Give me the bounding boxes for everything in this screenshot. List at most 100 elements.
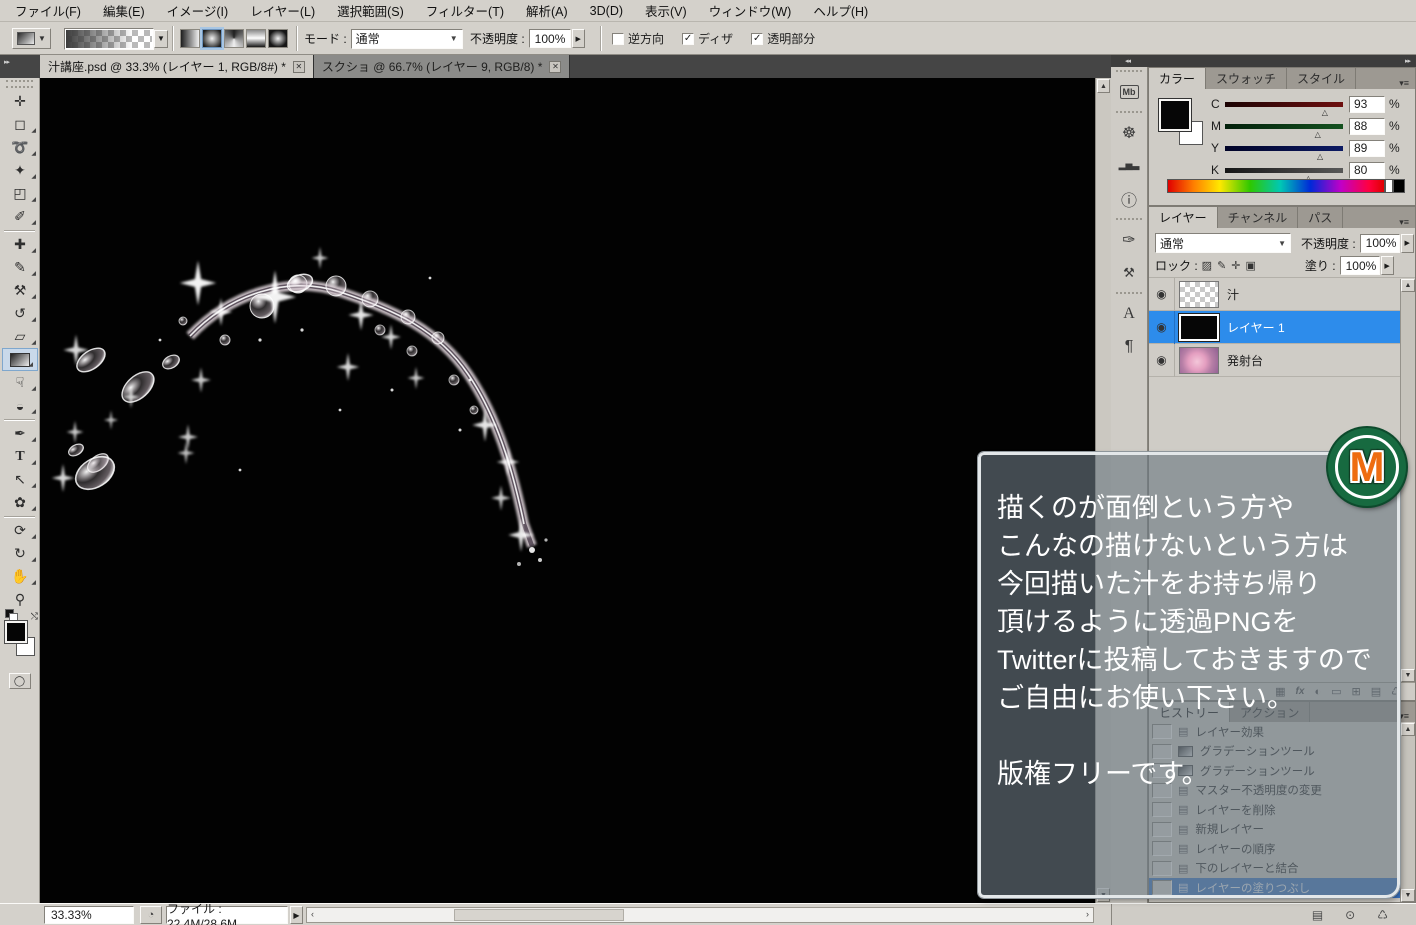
rectangular-marquee-tool[interactable]: ◻◢ xyxy=(0,113,40,136)
scroll-right-icon[interactable]: › xyxy=(1086,909,1089,919)
lock-transparency-icon[interactable]: ▨ xyxy=(1202,259,1212,272)
lasso-tool[interactable]: ➰◢ xyxy=(0,136,40,159)
scroll-up-icon[interactable]: ▲ xyxy=(1401,723,1415,736)
panel-menu-icon[interactable]: ▾≡ xyxy=(1399,74,1415,89)
layer-opacity-input[interactable]: 100% xyxy=(1360,234,1400,253)
scroll-up-icon[interactable]: ▲ xyxy=(1097,79,1110,93)
blend-mode-select[interactable]: 通常 ▼ xyxy=(351,29,463,49)
layer-fill-spinner[interactable]: ▶ xyxy=(1381,256,1394,275)
color-spectrum-ramp[interactable] xyxy=(1167,179,1385,193)
tab-layers[interactable]: レイヤー xyxy=(1149,207,1218,228)
menu-file[interactable]: ファイル(F) xyxy=(4,1,92,20)
crop-tool[interactable]: ◰◢ xyxy=(0,182,40,205)
slider-handle[interactable]: △ xyxy=(1317,152,1323,161)
clone-stamp-tool[interactable]: ⚒◢ xyxy=(0,279,40,302)
radial-gradient-button[interactable] xyxy=(202,29,222,48)
transparency-checkbox[interactable]: ✓ 透明部分 xyxy=(751,30,815,47)
foreground-color-swatch[interactable] xyxy=(1159,99,1191,131)
gradient-tool[interactable]: ◢ xyxy=(2,348,38,371)
smudge-tool[interactable]: ☟◢ xyxy=(0,371,40,394)
diamond-gradient-button[interactable] xyxy=(268,29,288,48)
histogram-panel-button[interactable]: ▂▅▃ xyxy=(1111,149,1147,182)
opacity-spinner-button[interactable]: ▶ xyxy=(572,29,585,48)
linear-gradient-button[interactable] xyxy=(180,29,200,48)
menu-view[interactable]: 表示(V) xyxy=(634,1,698,20)
paragraph-panel-button[interactable]: ¶ xyxy=(1111,330,1147,363)
dock-grip[interactable] xyxy=(1116,70,1142,72)
3d-rotate-tool[interactable]: ⟳◢ xyxy=(0,519,40,542)
dodge-tool[interactable]: ◒◢ xyxy=(0,394,40,417)
visibility-eye-icon[interactable]: ◉ xyxy=(1149,311,1175,344)
magenta-slider[interactable]: △ xyxy=(1225,124,1343,129)
new-document-from-state-icon[interactable]: ▤ xyxy=(1312,908,1323,922)
document-tab-inactive[interactable]: スクショ @ 66.7% (レイヤー 9, RGB/8) * ✕ xyxy=(314,55,571,78)
menu-help[interactable]: ヘルプ(H) xyxy=(802,1,879,20)
eyedropper-tool[interactable]: ✐◢ xyxy=(0,205,40,228)
brush-presets-panel-button[interactable]: ✑ xyxy=(1111,223,1147,256)
custom-shape-tool[interactable]: ✿◢ xyxy=(0,491,40,514)
reverse-checkbox[interactable]: 逆方向 xyxy=(612,30,664,47)
visibility-eye-icon[interactable]: ◉ xyxy=(1149,278,1175,311)
menu-select[interactable]: 選択範囲(S) xyxy=(326,1,415,20)
magenta-value-input[interactable]: 88 xyxy=(1349,118,1385,135)
zoom-level-input[interactable]: 33.33% xyxy=(44,906,134,924)
close-icon[interactable]: ✕ xyxy=(549,61,561,73)
default-colors-icon[interactable] xyxy=(5,609,14,618)
menu-window[interactable]: ウィンドウ(W) xyxy=(698,1,803,20)
black-swatch[interactable] xyxy=(1393,179,1405,193)
checkbox-box[interactable]: ✓ xyxy=(751,33,763,45)
lock-all-icon[interactable]: ▣ xyxy=(1246,259,1256,272)
clone-source-panel-button[interactable]: ⚒ xyxy=(1111,256,1147,289)
zoom-tool[interactable]: ⚲ xyxy=(0,588,40,611)
opacity-input[interactable]: 100% xyxy=(529,29,571,48)
dock-grip[interactable] xyxy=(1116,292,1142,294)
menu-layer[interactable]: レイヤー(L) xyxy=(239,1,326,20)
swap-colors-icon[interactable]: ⤭ xyxy=(31,611,38,622)
layer-thumbnail[interactable] xyxy=(1179,281,1219,308)
tab-styles[interactable]: スタイル xyxy=(1287,68,1356,89)
tab-swatches[interactable]: スウォッチ xyxy=(1206,68,1287,89)
tab-color[interactable]: カラー xyxy=(1149,68,1206,89)
mini-bridge-panel-button[interactable]: Mb xyxy=(1111,75,1147,108)
menu-analysis[interactable]: 解析(A) xyxy=(515,1,579,20)
scroll-up-icon[interactable]: ▲ xyxy=(1401,279,1415,292)
dock-grip[interactable] xyxy=(1116,218,1142,220)
tab-channels[interactable]: チャンネル xyxy=(1218,207,1299,228)
menu-filter[interactable]: フィルター(T) xyxy=(415,1,515,20)
document-canvas[interactable] xyxy=(40,78,1095,903)
gradient-picker-arrow[interactable]: ▼ xyxy=(154,30,168,48)
gradient-picker[interactable]: ▼ xyxy=(64,22,168,55)
layer-opacity-spinner[interactable]: ▶ xyxy=(1401,234,1414,253)
type-tool[interactable]: T◢ xyxy=(0,445,40,468)
menu-3d[interactable]: 3D(D) xyxy=(579,4,634,18)
new-snapshot-icon[interactable]: ⊙ xyxy=(1345,908,1355,922)
spot-healing-brush-tool[interactable]: ✚◢ xyxy=(0,233,40,256)
expand-panels-icon[interactable]: ▸▸ xyxy=(1405,57,1410,65)
navigator-panel-button[interactable]: ☸ xyxy=(1111,116,1147,149)
checkbox-box[interactable]: ✓ xyxy=(682,33,694,45)
lock-pixels-icon[interactable]: ✎ xyxy=(1217,259,1226,272)
close-icon[interactable]: ✕ xyxy=(293,61,305,73)
yellow-slider[interactable]: △ xyxy=(1225,146,1343,151)
panel-dock-header[interactable]: ◂◂ ▸▸ xyxy=(1111,55,1416,67)
scroll-down-icon[interactable]: ▼ xyxy=(1401,889,1415,902)
dock-grip[interactable] xyxy=(1116,111,1142,113)
foreground-color-swatch[interactable] xyxy=(5,621,27,643)
gradient-preview[interactable] xyxy=(66,30,152,48)
cyan-value-input[interactable]: 93 xyxy=(1349,96,1385,113)
info-panel-button[interactable]: ⓘ xyxy=(1111,182,1147,215)
black-slider[interactable]: △ xyxy=(1225,168,1343,173)
history-brush-tool[interactable]: ↺◢ xyxy=(0,302,40,325)
palette-grip[interactable] xyxy=(6,80,33,88)
angle-gradient-button[interactable] xyxy=(224,29,244,48)
tool-preset-picker[interactable]: ▼ xyxy=(12,22,51,55)
lock-position-icon[interactable]: ✛ xyxy=(1231,259,1240,272)
layer-blend-mode-select[interactable]: 通常 ▼ xyxy=(1155,233,1291,253)
scrollbar-thumb[interactable] xyxy=(454,909,624,921)
panel-menu-icon[interactable]: ▾≡ xyxy=(1399,707,1415,722)
file-size-indicator[interactable]: ファイル : 22.4M/28.6M xyxy=(166,906,288,924)
scroll-down-icon[interactable]: ▼ xyxy=(1401,669,1415,682)
layer-row-shiru[interactable]: ◉ 汁 xyxy=(1149,278,1400,311)
yellow-value-input[interactable]: 89 xyxy=(1349,140,1385,157)
layer-fill-input[interactable]: 100% xyxy=(1340,256,1380,275)
